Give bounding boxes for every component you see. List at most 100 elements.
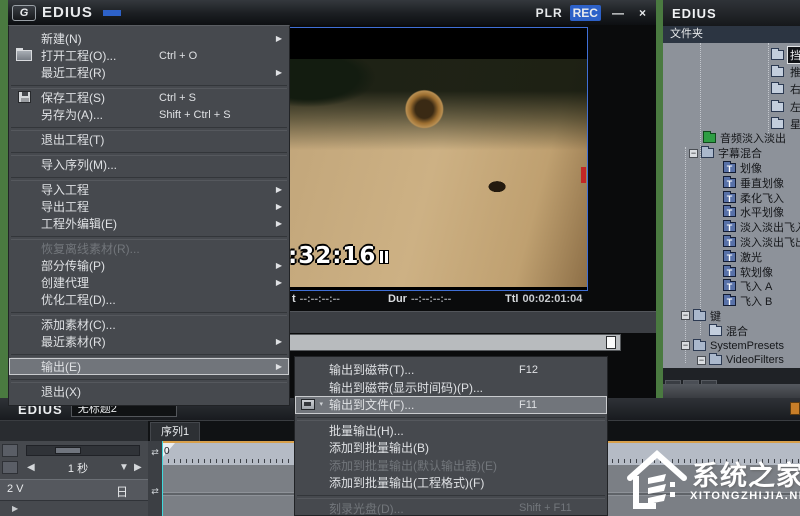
menu-item[interactable]: ▶ bbox=[11, 123, 287, 131]
menu-item[interactable]: ▶ bbox=[297, 492, 605, 500]
tree-item[interactable]: 淡入淡出飞出 bbox=[663, 235, 800, 250]
menu-item[interactable]: 打开工程(O)... Ctrl + O ▶ bbox=[9, 47, 289, 64]
menu-item[interactable]: 导出工程 ▶ bbox=[9, 198, 289, 215]
expand-arrow-icon[interactable]: ▶ bbox=[12, 504, 18, 513]
menu-item[interactable]: 创建代理 ▶ bbox=[9, 274, 289, 291]
menu-item[interactable]: ▶ bbox=[11, 148, 287, 156]
tree-item[interactable]: 混合 bbox=[663, 323, 800, 338]
menu-item[interactable]: ▶ bbox=[11, 232, 287, 240]
menu-item[interactable]: 导入序列(M)... ▶ bbox=[9, 156, 289, 173]
menu-item[interactable]: 退出(X) ▶ bbox=[9, 383, 289, 400]
menu-item[interactable]: ▶ bbox=[11, 81, 287, 89]
minimize-button[interactable]: — bbox=[608, 6, 628, 20]
close-button[interactable]: × bbox=[635, 6, 650, 20]
menu-item[interactable]: ▶ bbox=[11, 308, 287, 316]
zoom-slider[interactable] bbox=[26, 445, 140, 456]
collapse-icon[interactable]: − bbox=[697, 356, 706, 365]
edius-application: G EDIUS PLR REC — × :32:16 t--:--:--:-- … bbox=[0, 0, 800, 516]
menu-item[interactable]: 另存为(A)... Shift + Ctrl + S ▶ bbox=[9, 106, 289, 123]
menu-item[interactable]: 最近素材(R) ▶ bbox=[9, 333, 289, 350]
zoom-slider-handle[interactable] bbox=[55, 447, 81, 454]
collapse-icon[interactable]: − bbox=[681, 341, 690, 350]
menubar-item[interactable] bbox=[247, 10, 265, 16]
zoom-value[interactable]: 1 秒 bbox=[40, 460, 116, 476]
tree-item[interactable]: 音频淡入淡出 bbox=[663, 131, 800, 146]
menubar-item[interactable] bbox=[265, 10, 283, 16]
video-track-header[interactable]: 2 V 日 bbox=[0, 479, 148, 501]
tree-item[interactable]: 飞入 A bbox=[663, 279, 800, 294]
menu-item[interactable]: 添加到批量输出(默认输出器)(E) ▶ bbox=[295, 457, 607, 475]
menu-item[interactable]: ▶ bbox=[11, 375, 287, 383]
collapse-icon[interactable]: − bbox=[681, 311, 690, 320]
tree-item[interactable]: 推 bbox=[663, 63, 800, 80]
patch-icon[interactable]: ⇄ bbox=[148, 486, 162, 497]
menubar-item[interactable] bbox=[211, 10, 229, 16]
menu-item[interactable]: 部分传输(P) ▶ bbox=[9, 257, 289, 274]
source-patch-column: ⇄ ⇄ bbox=[148, 441, 162, 516]
menubar-item[interactable] bbox=[157, 10, 175, 16]
tree-item[interactable]: − 字幕混合 bbox=[663, 146, 800, 161]
menubar-item[interactable] bbox=[139, 10, 157, 16]
tree-item[interactable]: 柔化飞入 bbox=[663, 190, 800, 205]
position-slider-handle[interactable] bbox=[606, 336, 616, 349]
tree-item[interactable]: − VideoFilters bbox=[663, 353, 800, 368]
menu-item[interactable]: 保存工程(S) Ctrl + S ▶ bbox=[9, 89, 289, 106]
menu-item[interactable]: 输出(E) ▶ bbox=[9, 358, 289, 375]
zoom-out-arrow-icon[interactable]: ◀ bbox=[27, 462, 35, 473]
menu-item[interactable]: ▶ bbox=[11, 173, 287, 181]
tree-item[interactable]: 淡入淡出飞入 bbox=[663, 220, 800, 235]
menu-item-label: 输出(E) bbox=[41, 358, 159, 375]
track-toggle-button[interactable] bbox=[2, 461, 18, 474]
menu-item[interactable]: 添加到批量输出(工程格式)(F) ▶ bbox=[295, 474, 607, 492]
bin-title-text: EDIUS bbox=[672, 6, 717, 21]
menu-item[interactable]: 退出工程(T) ▶ bbox=[9, 131, 289, 148]
menu-item[interactable]: 最近工程(R) ▶ bbox=[9, 64, 289, 81]
menu-item[interactable]: 工程外编辑(E) ▶ bbox=[9, 215, 289, 232]
tree-item[interactable]: 右 bbox=[663, 81, 800, 98]
tree-item[interactable]: 水平划像 bbox=[663, 205, 800, 220]
sequence-tab[interactable]: 序列1 bbox=[150, 422, 200, 442]
menubar-item[interactable] bbox=[121, 10, 139, 16]
menubar-item[interactable] bbox=[229, 10, 247, 16]
menu-item[interactable]: 添加到批量输出(B) ▶ bbox=[295, 439, 607, 457]
menu-item[interactable]: 优化工程(D)... ▶ bbox=[9, 291, 289, 308]
menu-item[interactable]: 输出到文件(F)... F11 ▶ bbox=[295, 396, 607, 414]
track-layout-icon[interactable]: 日 bbox=[116, 483, 128, 500]
zoom-dropdown-icon[interactable]: ▼ bbox=[119, 462, 129, 473]
track-toggle-button[interactable] bbox=[2, 444, 18, 457]
plr-button[interactable]: PLR bbox=[536, 6, 563, 20]
menubar-item[interactable] bbox=[175, 10, 193, 16]
effects-tool-icon[interactable] bbox=[790, 402, 800, 415]
menubar-item[interactable] bbox=[283, 10, 301, 16]
rec-button[interactable]: REC bbox=[570, 5, 601, 21]
menu-item-label: 输出到磁带(显示时间码)(P)... bbox=[329, 379, 519, 396]
menu-item[interactable]: 添加素材(C)... ▶ bbox=[9, 316, 289, 333]
menu-item-icon bbox=[16, 385, 32, 397]
collapse-icon[interactable]: − bbox=[689, 149, 698, 158]
menu-item[interactable]: 输出到磁带(显示时间码)(P)... ▶ bbox=[295, 379, 607, 397]
menu-item-label: 添加到批量输出(B) bbox=[329, 439, 519, 456]
menu-item[interactable]: 恢复离线素材(R)... ▶ bbox=[9, 240, 289, 257]
menubar-item[interactable] bbox=[193, 10, 211, 16]
tree-item[interactable]: 激光 bbox=[663, 249, 800, 264]
menubar-item[interactable] bbox=[301, 10, 319, 16]
tree-item[interactable]: 垂直划像 bbox=[663, 175, 800, 190]
zoom-in-arrow-icon[interactable]: ▶ bbox=[134, 462, 142, 473]
menubar-item[interactable] bbox=[103, 10, 121, 16]
menu-item[interactable]: 刻录光盘(D)... Shift + F11 ▶ bbox=[295, 500, 607, 516]
menu-item-icon bbox=[16, 242, 32, 254]
menu-item[interactable]: ▶ bbox=[11, 350, 287, 358]
patch-icon[interactable]: ⇄ bbox=[148, 447, 162, 458]
tree-item[interactable]: − 键 bbox=[663, 309, 800, 324]
tree-item[interactable]: − SystemPresets bbox=[663, 338, 800, 353]
menu-item[interactable]: 导入工程 ▶ bbox=[9, 181, 289, 198]
tree-item[interactable]: 划像 bbox=[663, 161, 800, 176]
tree-item[interactable]: 软划像 bbox=[663, 264, 800, 279]
tree-item[interactable]: 飞入 B bbox=[663, 294, 800, 309]
menu-item[interactable]: ▶ bbox=[297, 414, 605, 422]
menu-item[interactable]: 批量输出(H)... ▶ bbox=[295, 422, 607, 440]
tree-item[interactable]: 挡 bbox=[663, 46, 800, 63]
menu-item[interactable]: 新建(N) ▶ bbox=[9, 30, 289, 47]
menu-item[interactable]: 输出到磁带(T)... F12 ▶ bbox=[295, 361, 607, 379]
tree-item[interactable]: 左 bbox=[663, 98, 800, 115]
